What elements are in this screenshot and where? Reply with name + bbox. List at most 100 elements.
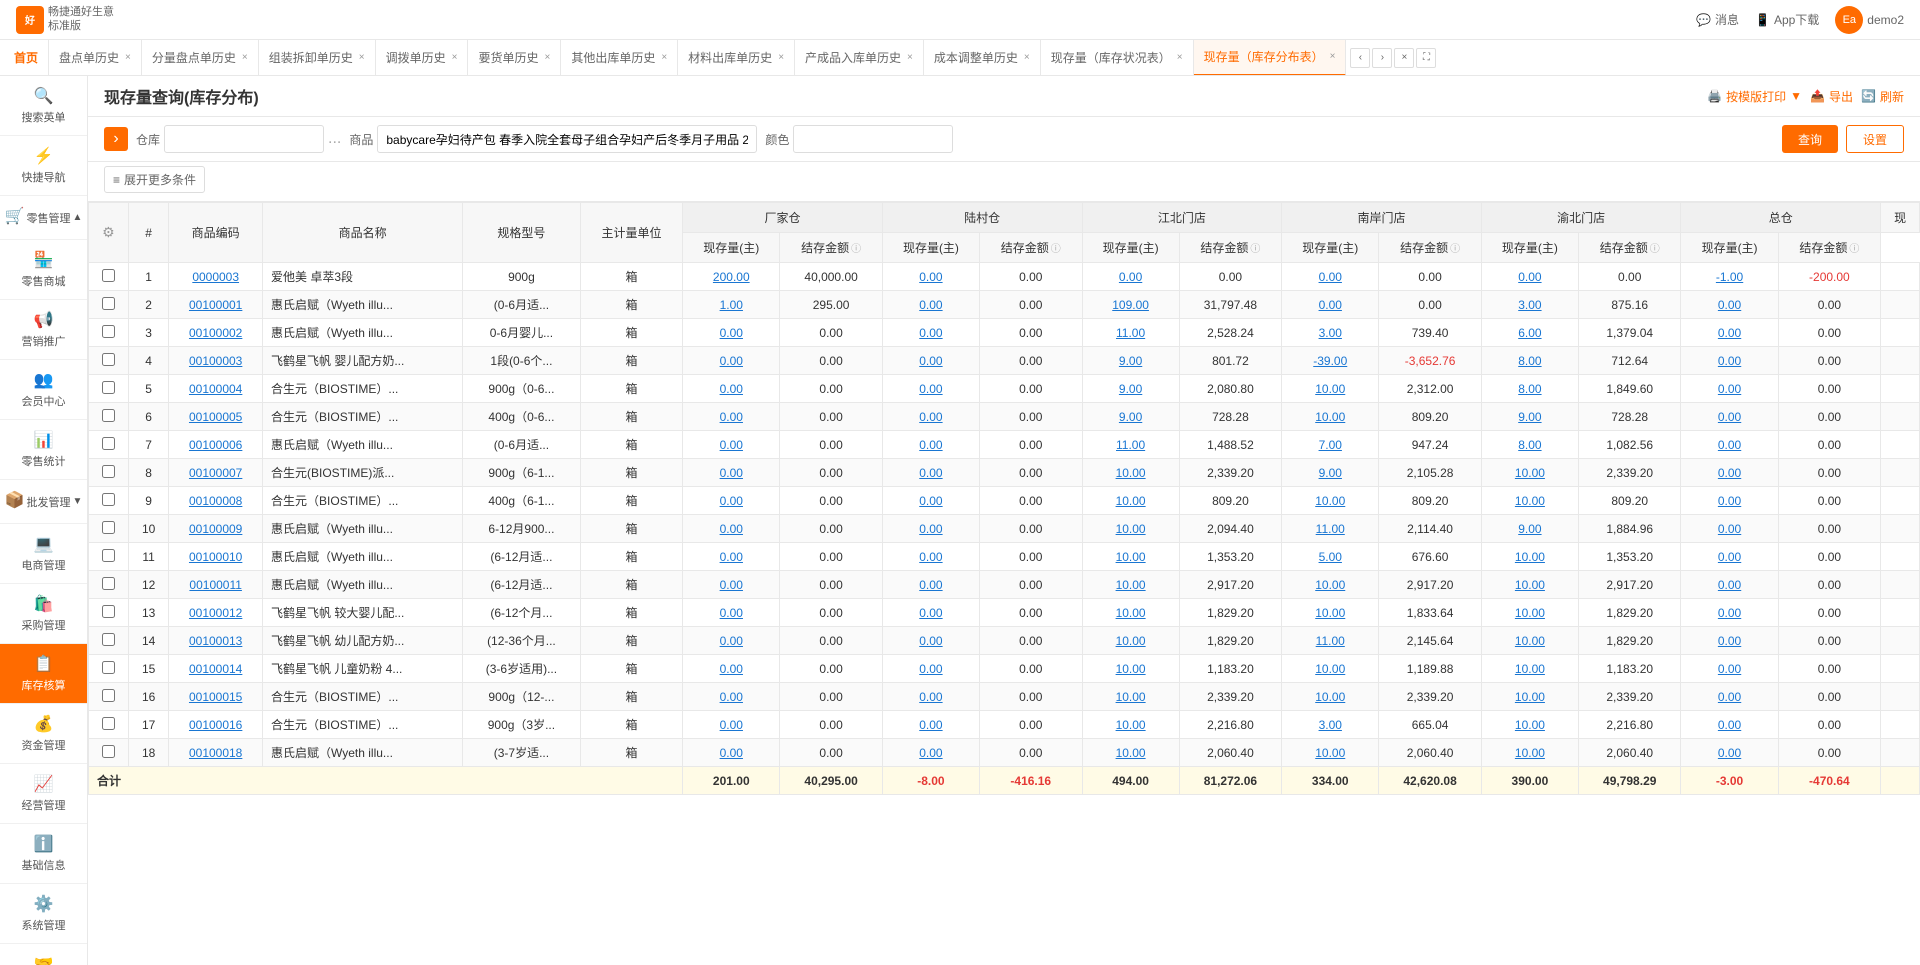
td-w1-stock[interactable]: 0.00 (683, 403, 780, 431)
tab-11[interactable]: 现存量（库存分布表）× (1194, 40, 1347, 76)
td-w4-stock[interactable]: 10.00 (1282, 655, 1379, 683)
td-check[interactable] (89, 375, 129, 403)
td-code[interactable]: 00100010 (169, 543, 263, 571)
td-w5-stock[interactable]: 8.00 (1481, 347, 1578, 375)
td-w4-stock[interactable]: 0.00 (1282, 263, 1379, 291)
tab-4[interactable]: 调拨单历史 × (376, 40, 469, 76)
td-w2-stock[interactable]: 0.00 (882, 319, 979, 347)
tab-8[interactable]: 产成品入库单历史 × (795, 40, 924, 76)
close-icon[interactable]: × (778, 52, 784, 63)
td-w1-stock[interactable]: 0.00 (683, 683, 780, 711)
td-code[interactable]: 00100009 (169, 515, 263, 543)
td-check[interactable] (89, 319, 129, 347)
close-icon[interactable]: × (452, 52, 458, 63)
td-w4-stock[interactable]: 10.00 (1282, 683, 1379, 711)
td-w3-stock[interactable]: 10.00 (1082, 683, 1179, 711)
td-w3-stock[interactable]: 11.00 (1082, 319, 1179, 347)
setting-button[interactable]: 设置 (1846, 125, 1904, 153)
query-button[interactable]: 查询 (1782, 125, 1838, 153)
td-w5-stock[interactable]: 10.00 (1481, 711, 1578, 739)
td-w4-stock[interactable]: 10.00 (1282, 739, 1379, 767)
warehouse-input[interactable] (164, 125, 324, 153)
td-w3-stock[interactable]: 10.00 (1082, 459, 1179, 487)
td-w1-stock[interactable]: 0.00 (683, 599, 780, 627)
td-w4-stock[interactable]: 10.00 (1282, 599, 1379, 627)
close-icon[interactable]: × (1330, 51, 1336, 62)
sidebar-item-search[interactable]: 🔍 搜索英单 (0, 76, 87, 136)
export-btn[interactable]: 📤 导出 (1810, 88, 1853, 105)
tab-home[interactable]: 首页 (4, 40, 49, 76)
td-w2-stock[interactable]: 0.00 (882, 683, 979, 711)
td-code[interactable]: 00100016 (169, 711, 263, 739)
td-w3-stock[interactable]: 11.00 (1082, 431, 1179, 459)
td-w2-stock[interactable]: 0.00 (882, 571, 979, 599)
color-input[interactable] (793, 125, 953, 153)
td-w3-stock[interactable]: 10.00 (1082, 571, 1179, 599)
td-w1-stock[interactable]: 1.00 (683, 291, 780, 319)
print-btn[interactable]: 🖨️ 按模版打印 ▼ (1707, 88, 1802, 105)
td-w4-stock[interactable]: 9.00 (1282, 459, 1379, 487)
close-icon[interactable]: × (544, 52, 550, 63)
td-check[interactable] (89, 543, 129, 571)
td-total-stock[interactable]: -1.00 (1681, 263, 1778, 291)
td-w5-stock[interactable]: 10.00 (1481, 543, 1578, 571)
td-total-stock[interactable]: 0.00 (1681, 739, 1778, 767)
td-w5-stock[interactable]: 9.00 (1481, 515, 1578, 543)
td-total-stock[interactable]: 0.00 (1681, 431, 1778, 459)
td-w5-stock[interactable]: 10.00 (1481, 655, 1578, 683)
td-w4-stock[interactable]: -39.00 (1282, 347, 1379, 375)
td-w5-stock[interactable]: 10.00 (1481, 739, 1578, 767)
td-w1-stock[interactable]: 0.00 (683, 375, 780, 403)
td-check[interactable] (89, 487, 129, 515)
td-check[interactable] (89, 655, 129, 683)
td-w4-stock[interactable]: 10.00 (1282, 487, 1379, 515)
refresh-btn[interactable]: 🔄 刷新 (1861, 88, 1904, 105)
td-total-stock[interactable]: 0.00 (1681, 403, 1778, 431)
td-w2-stock[interactable]: 0.00 (882, 487, 979, 515)
td-code[interactable]: 00100003 (169, 347, 263, 375)
td-w1-stock[interactable]: 0.00 (683, 711, 780, 739)
td-total-stock[interactable]: 0.00 (1681, 459, 1778, 487)
td-w5-stock[interactable]: 6.00 (1481, 319, 1578, 347)
sidebar-item-ops[interactable]: 📈 经营管理 (0, 764, 87, 824)
td-check[interactable] (89, 599, 129, 627)
td-w2-stock[interactable]: 0.00 (882, 739, 979, 767)
td-check[interactable] (89, 459, 129, 487)
td-w4-stock[interactable]: 11.00 (1282, 515, 1379, 543)
sidebar-item-shop[interactable]: 🏪 零售商城 (0, 240, 87, 300)
td-w1-stock[interactable]: 0.00 (683, 347, 780, 375)
td-w4-stock[interactable]: 3.00 (1282, 319, 1379, 347)
td-w2-stock[interactable]: 0.00 (882, 263, 979, 291)
td-check[interactable] (89, 347, 129, 375)
td-w4-stock[interactable]: 3.00 (1282, 711, 1379, 739)
td-total-stock[interactable]: 0.00 (1681, 599, 1778, 627)
tab-1[interactable]: 盘点单历史 × (49, 40, 142, 76)
td-w1-stock[interactable]: 0.00 (683, 739, 780, 767)
td-w4-stock[interactable]: 10.00 (1282, 403, 1379, 431)
td-w5-stock[interactable]: 10.00 (1481, 487, 1578, 515)
td-w2-stock[interactable]: 0.00 (882, 655, 979, 683)
td-code[interactable]: 00100013 (169, 627, 263, 655)
td-total-stock[interactable]: 0.00 (1681, 375, 1778, 403)
expand-conditions-btn[interactable]: ≡ 展开更多条件 (104, 166, 205, 193)
td-code[interactable]: 00100001 (169, 291, 263, 319)
td-code[interactable]: 00100014 (169, 655, 263, 683)
nav-prev[interactable]: ‹ (1350, 48, 1370, 68)
td-w3-stock[interactable]: 10.00 (1082, 739, 1179, 767)
td-w3-stock[interactable]: 10.00 (1082, 711, 1179, 739)
td-w3-stock[interactable]: 10.00 (1082, 655, 1179, 683)
td-code[interactable]: 00100018 (169, 739, 263, 767)
tab-7[interactable]: 材料出库单历史 × (678, 40, 795, 76)
filter-toggle-btn[interactable]: › (104, 127, 128, 151)
td-w2-stock[interactable]: 0.00 (882, 627, 979, 655)
td-total-stock[interactable]: 0.00 (1681, 319, 1778, 347)
td-w1-stock[interactable]: 0.00 (683, 627, 780, 655)
td-w4-stock[interactable]: 11.00 (1282, 627, 1379, 655)
td-total-stock[interactable]: 0.00 (1681, 711, 1778, 739)
td-w1-stock[interactable]: 0.00 (683, 431, 780, 459)
td-total-stock[interactable]: 0.00 (1681, 347, 1778, 375)
tab-9[interactable]: 成本调整单历史 × (924, 40, 1041, 76)
td-code[interactable]: 00100004 (169, 375, 263, 403)
sidebar-item-basic[interactable]: ℹ️ 基础信息 (0, 824, 87, 884)
td-w1-stock[interactable]: 200.00 (683, 263, 780, 291)
